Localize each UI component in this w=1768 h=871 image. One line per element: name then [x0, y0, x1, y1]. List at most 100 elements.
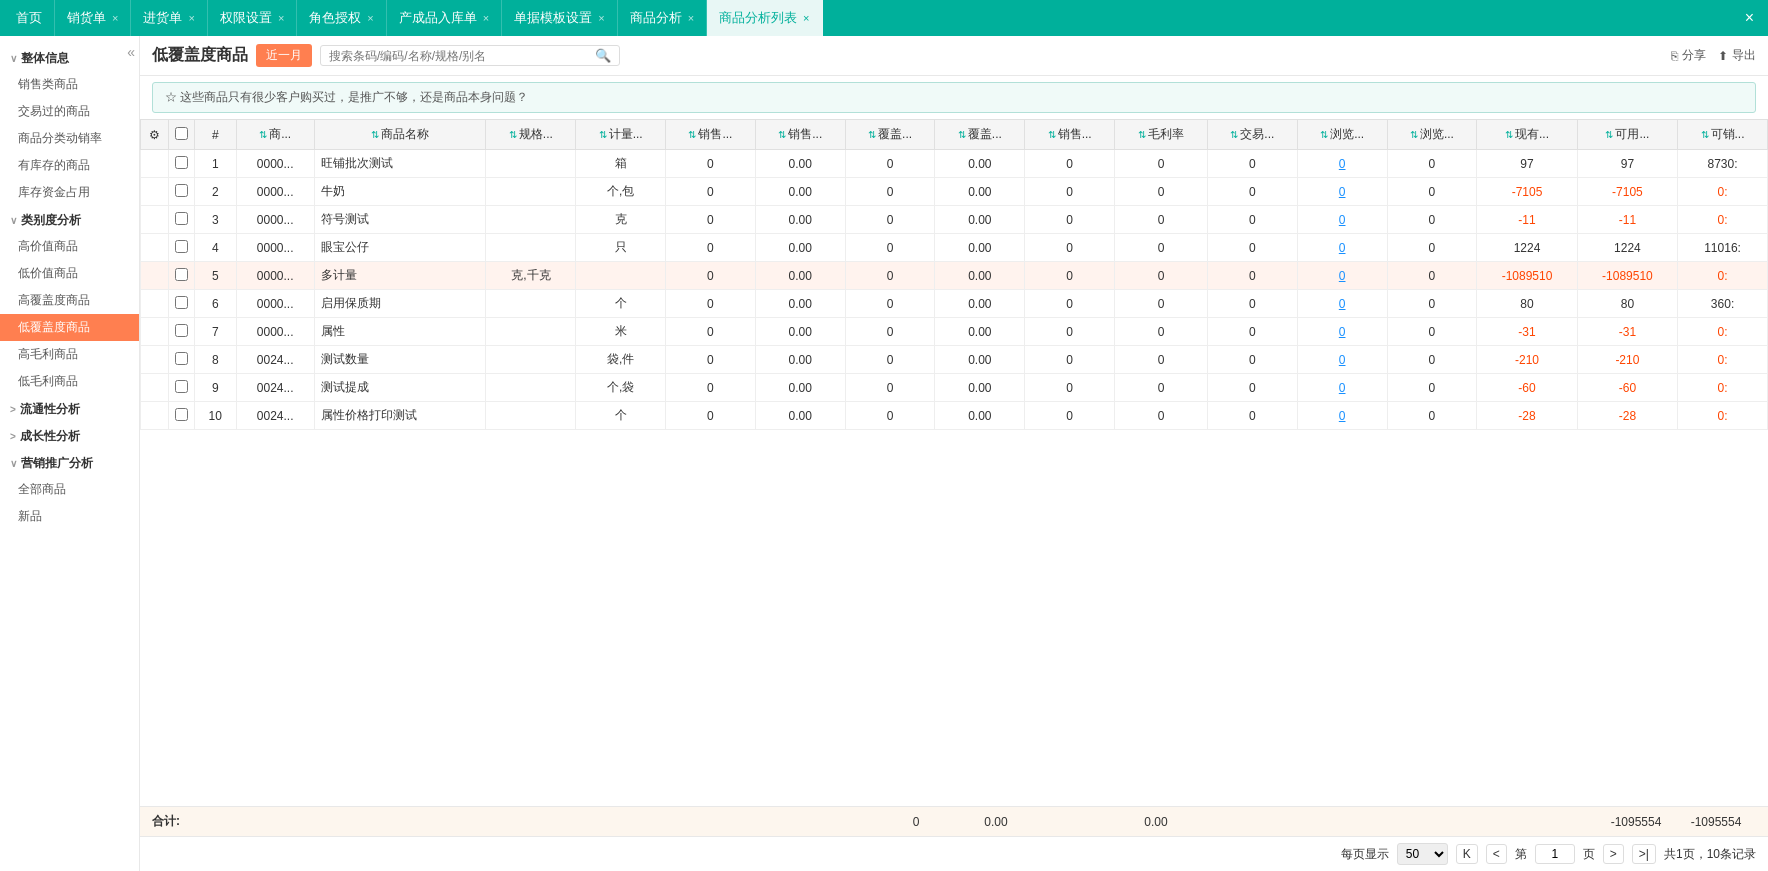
sidebar-section-flow[interactable]: > 流通性分析 [0, 395, 139, 422]
row-checkbox[interactable] [175, 240, 188, 253]
nav-tab-product-in[interactable]: 产成品入库单 × [387, 0, 502, 36]
time-filter-button[interactable]: 近一月 [256, 44, 312, 67]
cell-checkbox[interactable] [169, 290, 195, 318]
cell-browse1[interactable]: 0 [1297, 374, 1387, 402]
cell-checkbox[interactable] [169, 178, 195, 206]
col-cov2[interactable]: ⇅覆盖... [935, 120, 1025, 150]
row-checkbox[interactable] [175, 324, 188, 337]
cell-checkbox[interactable] [169, 150, 195, 178]
cell-sales3: 0 [1025, 234, 1115, 262]
row-checkbox[interactable] [175, 296, 188, 309]
sidebar-section-marketing[interactable]: ∨ 营销推广分析 [0, 449, 139, 476]
sidebar-item-high-value[interactable]: 高价值商品 [0, 233, 139, 260]
cell-browse1[interactable]: 0 [1297, 206, 1387, 234]
cell-browse1[interactable]: 0 [1297, 290, 1387, 318]
col-sales3[interactable]: ⇅销售... [1025, 120, 1115, 150]
sidebar: « ∨ 整体信息 销售类商品 交易过的商品 商品分类动销率 有库存的商品 库存资… [0, 36, 140, 871]
nav-tab-analysis-list[interactable]: 商品分析列表 × [707, 0, 822, 36]
sidebar-item-high-gross[interactable]: 高毛利商品 [0, 341, 139, 368]
sidebar-item-traded-goods[interactable]: 交易过的商品 [0, 98, 139, 125]
cell-browse1[interactable]: 0 [1297, 318, 1387, 346]
col-name[interactable]: ⇅商品名称 [314, 120, 486, 150]
cell-checkbox[interactable] [169, 206, 195, 234]
sidebar-item-high-coverage[interactable]: 高覆盖度商品 [0, 287, 139, 314]
share-button[interactable]: ⎘ 分享 [1671, 47, 1706, 64]
col-spec[interactable]: ⇅规格... [486, 120, 576, 150]
sidebar-item-low-gross[interactable]: 低毛利商品 [0, 368, 139, 395]
sidebar-item-low-value[interactable]: 低价值商品 [0, 260, 139, 287]
nav-tab-sales[interactable]: 销货单 × [55, 0, 131, 36]
nav-tab-template-close[interactable]: × [598, 12, 604, 24]
prev-page-button[interactable]: < [1486, 844, 1507, 864]
nav-tab-product-in-close[interactable]: × [483, 12, 489, 24]
cell-checkbox[interactable] [169, 318, 195, 346]
col-stock3[interactable]: ⇅可销... [1678, 120, 1768, 150]
row-checkbox[interactable] [175, 184, 188, 197]
last-page-button[interactable]: >| [1632, 844, 1656, 864]
sidebar-item-new-goods[interactable]: 新品 [0, 503, 139, 530]
sidebar-section-category[interactable]: ∨ 类别度分析 [0, 206, 139, 233]
cell-browse1[interactable]: 0 [1297, 402, 1387, 430]
cell-browse1[interactable]: 0 [1297, 150, 1387, 178]
select-all-checkbox[interactable] [175, 127, 188, 140]
nav-tab-template[interactable]: 单据模板设置 × [502, 0, 617, 36]
cell-checkbox[interactable] [169, 402, 195, 430]
col-code[interactable]: ⇅商... [236, 120, 314, 150]
cell-browse1[interactable]: 0 [1297, 346, 1387, 374]
sidebar-collapse-button[interactable]: « [127, 44, 135, 60]
cell-checkbox[interactable] [169, 234, 195, 262]
cell-browse1[interactable]: 0 [1297, 262, 1387, 290]
row-checkbox[interactable] [175, 156, 188, 169]
col-gross[interactable]: ⇅毛利率 [1115, 120, 1208, 150]
nav-tab-home[interactable]: 首页 [4, 0, 55, 36]
cell-checkbox[interactable] [169, 262, 195, 290]
cell-checkbox[interactable] [169, 346, 195, 374]
col-sales1[interactable]: ⇅销售... [666, 120, 756, 150]
nav-tab-role[interactable]: 角色授权 × [297, 0, 386, 36]
row-checkbox[interactable] [175, 408, 188, 421]
col-browse2[interactable]: ⇅浏览... [1387, 120, 1477, 150]
nav-tab-analysis-list-close[interactable]: × [803, 12, 809, 24]
sidebar-item-stock-capital[interactable]: 库存资金占用 [0, 179, 139, 206]
sidebar-item-low-coverage[interactable]: 低覆盖度商品 [0, 314, 139, 341]
sidebar-item-all-goods[interactable]: 全部商品 [0, 476, 139, 503]
sidebar-item-sales-goods[interactable]: 销售类商品 [0, 71, 139, 98]
col-browse1[interactable]: ⇅浏览... [1297, 120, 1387, 150]
col-checkbox[interactable] [169, 120, 195, 150]
page-number-input[interactable] [1535, 844, 1575, 864]
cell-checkbox[interactable] [169, 374, 195, 402]
col-unit[interactable]: ⇅计量... [576, 120, 666, 150]
sidebar-section-growth[interactable]: > 成长性分析 [0, 422, 139, 449]
first-page-button[interactable]: K [1456, 844, 1478, 864]
nav-tab-analysis-close[interactable]: × [688, 12, 694, 24]
row-checkbox[interactable] [175, 212, 188, 225]
cell-browse1[interactable]: 0 [1297, 178, 1387, 206]
cell-browse1[interactable]: 0 [1297, 234, 1387, 262]
col-sales2[interactable]: ⇅销售... [755, 120, 845, 150]
nav-tab-purchase-close[interactable]: × [188, 12, 194, 24]
sidebar-item-category-rate[interactable]: 商品分类动销率 [0, 125, 139, 152]
nav-tab-role-close[interactable]: × [367, 12, 373, 24]
table-row: 1 0000... 旺铺批次测试 箱 0 0.00 0 0.00 0 0 0 0… [141, 150, 1768, 178]
search-input[interactable] [329, 49, 595, 63]
row-checkbox[interactable] [175, 352, 188, 365]
sidebar-section-overall[interactable]: ∨ 整体信息 [0, 44, 139, 71]
export-button[interactable]: ⬆ 导出 [1718, 47, 1756, 64]
search-icon[interactable]: 🔍 [595, 48, 611, 63]
nav-tab-sales-close[interactable]: × [112, 12, 118, 24]
row-checkbox[interactable] [175, 268, 188, 281]
sidebar-item-in-stock[interactable]: 有库存的商品 [0, 152, 139, 179]
nav-tab-perms-close[interactable]: × [278, 12, 284, 24]
col-stock1[interactable]: ⇅现有... [1477, 120, 1577, 150]
nav-tab-purchase[interactable]: 进货单 × [131, 0, 207, 36]
nav-close-all-button[interactable]: × [1735, 9, 1764, 27]
col-trade[interactable]: ⇅交易... [1207, 120, 1297, 150]
nav-tab-perms[interactable]: 权限设置 × [208, 0, 297, 36]
page-size-select[interactable]: 10 20 50 100 [1397, 843, 1448, 865]
col-settings[interactable]: ⚙ [141, 120, 169, 150]
col-cov1[interactable]: ⇅覆盖... [845, 120, 935, 150]
col-stock2[interactable]: ⇅可用... [1577, 120, 1677, 150]
nav-tab-analysis[interactable]: 商品分析 × [618, 0, 707, 36]
row-checkbox[interactable] [175, 380, 188, 393]
next-page-button[interactable]: > [1603, 844, 1624, 864]
